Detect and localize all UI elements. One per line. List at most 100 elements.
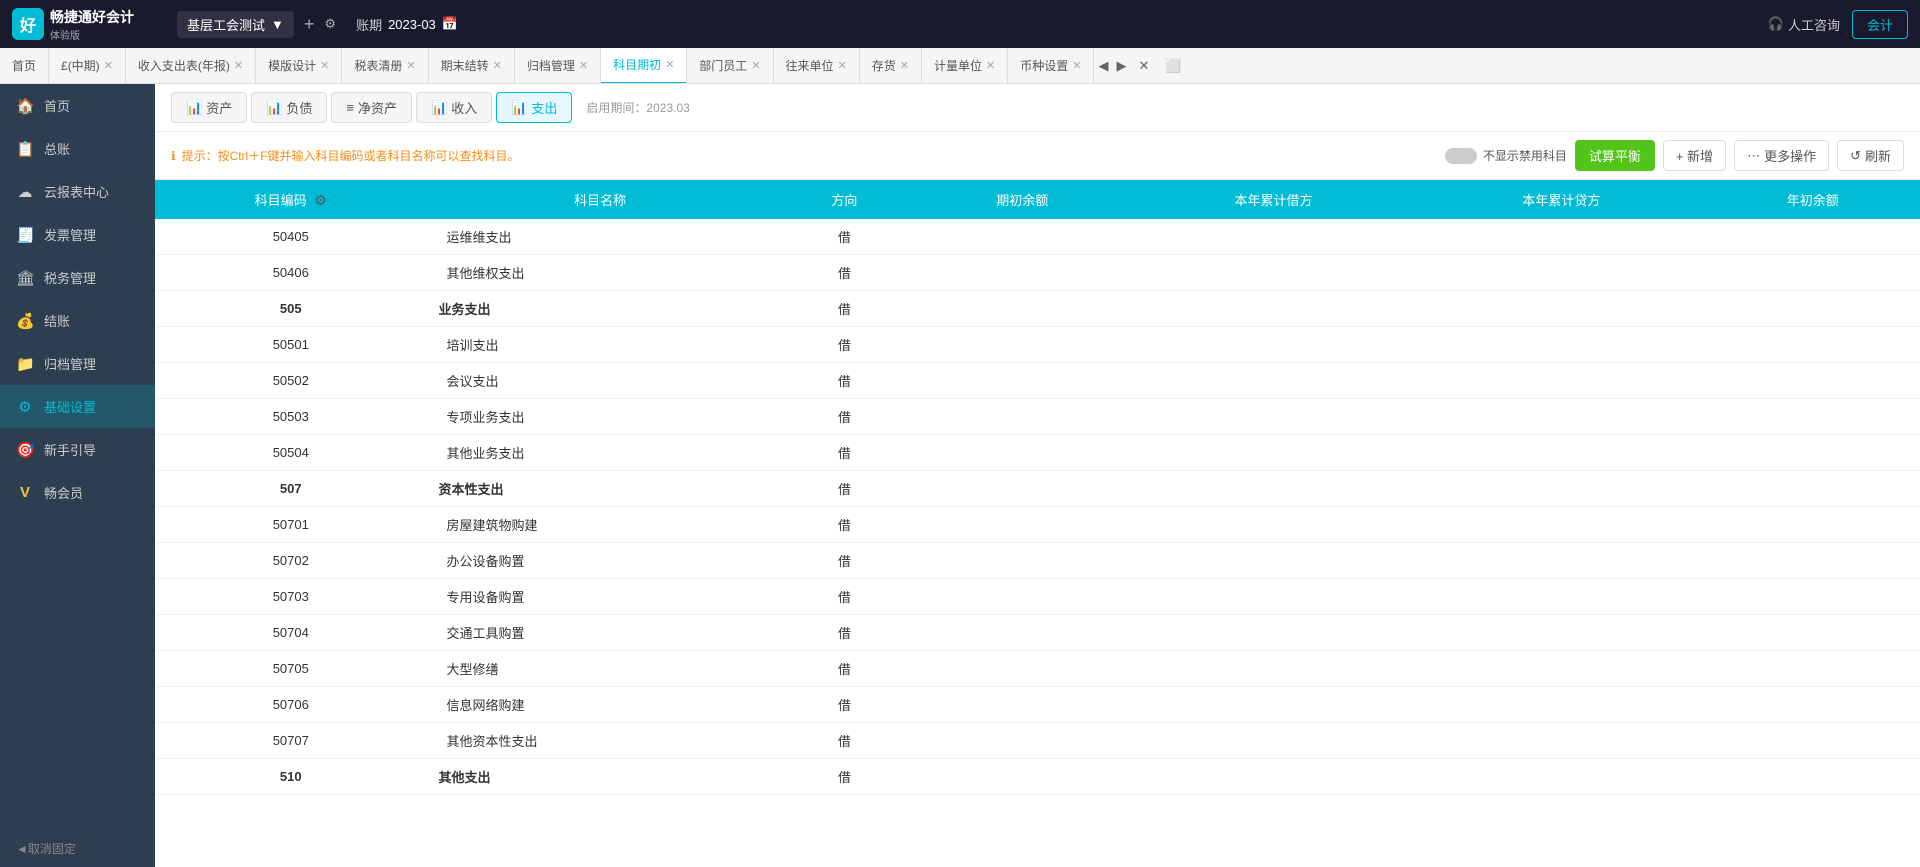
cell-year-open bbox=[1705, 471, 1920, 507]
account-button[interactable]: 会计 bbox=[1852, 10, 1908, 39]
tab-template-close[interactable]: ✕ bbox=[320, 59, 329, 72]
refresh-btn[interactable]: ↺ 刷新 bbox=[1837, 140, 1904, 171]
sidebar-item-invoice[interactable]: 🧾 发票管理 bbox=[0, 213, 155, 256]
cell-year-open bbox=[1705, 507, 1920, 543]
invoice-icon: 🧾 bbox=[16, 226, 34, 244]
table-row[interactable]: 50405运维维支出借 bbox=[155, 219, 1920, 255]
tab-contact[interactable]: 往来单位 ✕ bbox=[774, 48, 860, 84]
sidebar-item-cloud[interactable]: ☁ 云报表中心 bbox=[0, 170, 155, 213]
col-settings-icon[interactable]: ⚙ bbox=[314, 192, 327, 208]
cell-name: 资本性支出 bbox=[427, 471, 774, 507]
sub-tab-income[interactable]: 📊 收入 bbox=[416, 92, 492, 123]
tab-home[interactable]: 首页 bbox=[0, 48, 49, 84]
table-row[interactable]: 50705大型修缮借 bbox=[155, 651, 1920, 687]
table-row[interactable]: 50706信息网络购建借 bbox=[155, 687, 1920, 723]
cell-ytd-debit bbox=[1130, 759, 1418, 795]
tab-template-label: 模版设计 bbox=[268, 57, 316, 74]
sub-tab-liability[interactable]: 📊 负债 bbox=[251, 92, 327, 123]
sub-tab-expense[interactable]: 📊 支出 bbox=[496, 92, 572, 123]
tab-inventory[interactable]: 存货 ✕ bbox=[860, 48, 922, 84]
table-row[interactable]: 505业务支出借 bbox=[155, 291, 1920, 327]
cell-ytd-credit bbox=[1417, 759, 1705, 795]
tab-currency[interactable]: 币种设置 ✕ bbox=[1008, 48, 1094, 84]
tab-periodclose[interactable]: 期末结转 ✕ bbox=[429, 48, 515, 84]
tab-subject-init-close[interactable]: ✕ bbox=[665, 58, 674, 71]
cell-ytd-debit bbox=[1130, 615, 1418, 651]
table-header: 科目编码 ⚙ 科目名称 方向 期初余额 本年累计借方 bbox=[155, 180, 1920, 219]
tab-archive-close[interactable]: ✕ bbox=[579, 59, 588, 72]
table-row[interactable]: 50701房屋建筑物购建借 bbox=[155, 507, 1920, 543]
toggle-area: 不显示禁用科目 bbox=[1445, 147, 1567, 164]
table-row[interactable]: 50707其他资本性支出借 bbox=[155, 723, 1920, 759]
tab-annual-close[interactable]: ✕ bbox=[234, 59, 243, 72]
tab-measure[interactable]: 计量单位 ✕ bbox=[922, 48, 1008, 84]
toggle-disabled-subject[interactable] bbox=[1445, 148, 1477, 164]
tab-expand[interactable]: ⬜ bbox=[1157, 58, 1189, 74]
cell-ytd-debit bbox=[1130, 255, 1418, 291]
tab-template[interactable]: 模版设计 ✕ bbox=[256, 48, 342, 84]
sub-tab-equity[interactable]: ≡ 净资产 bbox=[331, 92, 412, 123]
cell-ytd-debit bbox=[1130, 471, 1418, 507]
table-container: 科目编码 ⚙ 科目名称 方向 期初余额 本年累计借方 bbox=[155, 180, 1920, 867]
settings-icon[interactable]: ⚙ bbox=[324, 16, 336, 32]
tab-next[interactable]: ▶ bbox=[1112, 58, 1130, 74]
tab-currency-close[interactable]: ✕ bbox=[1072, 59, 1081, 72]
cell-direction: 借 bbox=[774, 327, 915, 363]
cell-ytd-credit bbox=[1417, 615, 1705, 651]
tab-prev[interactable]: ◀ bbox=[1094, 58, 1112, 74]
tab-taxbook[interactable]: 税表清册 ✕ bbox=[342, 48, 428, 84]
sidebar-item-guide[interactable]: 🎯 新手引导 bbox=[0, 428, 155, 471]
cell-opening bbox=[915, 363, 1130, 399]
tab-taxbook-close[interactable]: ✕ bbox=[406, 59, 415, 72]
add-btn[interactable]: + 新增 bbox=[1663, 140, 1726, 171]
table-row[interactable]: 50703专用设备购置借 bbox=[155, 579, 1920, 615]
table-row[interactable]: 50502会议支出借 bbox=[155, 363, 1920, 399]
sidebar-item-archive[interactable]: 📁 归档管理 bbox=[0, 342, 155, 385]
table-row[interactable]: 507资本性支出借 bbox=[155, 471, 1920, 507]
company-selector[interactable]: 基层工会测试 ▼ bbox=[177, 11, 294, 38]
sub-tab-income-label: 收入 bbox=[451, 98, 477, 117]
tab-contact-close[interactable]: ✕ bbox=[838, 59, 847, 72]
tab-close-all[interactable]: ✕ bbox=[1130, 58, 1157, 74]
pin-label: ◄取消固定 bbox=[16, 840, 76, 857]
pin-sidebar-btn[interactable]: ◄取消固定 bbox=[0, 830, 155, 867]
add-icon[interactable]: + bbox=[304, 14, 315, 35]
tab-midterm-close[interactable]: ✕ bbox=[104, 59, 113, 72]
cell-code: 505 bbox=[155, 291, 427, 327]
tab-currency-label: 币种设置 bbox=[1020, 57, 1068, 74]
sidebar-item-settings[interactable]: ⚙ 基础设置 bbox=[0, 385, 155, 428]
tab-archive[interactable]: 归档管理 ✕ bbox=[515, 48, 601, 84]
sub-tab-asset[interactable]: 📊 资产 bbox=[171, 92, 247, 123]
cell-year-open bbox=[1705, 543, 1920, 579]
calendar-icon[interactable]: 📅 bbox=[442, 16, 458, 32]
sidebar-item-close[interactable]: 💰 结账 bbox=[0, 299, 155, 342]
sidebar-settings-label: 基础设置 bbox=[44, 397, 96, 416]
cell-year-open bbox=[1705, 759, 1920, 795]
tab-annual[interactable]: 收入支出表(年报) ✕ bbox=[126, 48, 256, 84]
tab-subject-init[interactable]: 科目期初 ✕ bbox=[601, 48, 687, 84]
tab-midterm[interactable]: £(中期) ✕ bbox=[49, 48, 126, 84]
cell-opening bbox=[915, 255, 1130, 291]
tab-measure-close[interactable]: ✕ bbox=[986, 59, 995, 72]
tab-dept-close[interactable]: ✕ bbox=[751, 59, 760, 72]
sidebar-item-home[interactable]: 🏠 首页 bbox=[0, 84, 155, 127]
cell-ytd-credit bbox=[1417, 543, 1705, 579]
table-row[interactable]: 510其他支出借 bbox=[155, 759, 1920, 795]
cell-code: 50502 bbox=[155, 363, 427, 399]
service-button[interactable]: 🎧 人工咨询 bbox=[1768, 15, 1840, 34]
table-row[interactable]: 50501培训支出借 bbox=[155, 327, 1920, 363]
sidebar-item-tax[interactable]: 🏛 税务管理 bbox=[0, 256, 155, 299]
balance-btn[interactable]: 试算平衡 bbox=[1575, 140, 1655, 171]
tab-inventory-close[interactable]: ✕ bbox=[900, 59, 909, 72]
table-row[interactable]: 50504其他业务支出借 bbox=[155, 435, 1920, 471]
more-btn[interactable]: ⋯ 更多操作 bbox=[1734, 140, 1829, 171]
table-row[interactable]: 50503专项业务支出借 bbox=[155, 399, 1920, 435]
table-row[interactable]: 50406其他维权支出借 bbox=[155, 255, 1920, 291]
sidebar-archive-label: 归档管理 bbox=[44, 354, 96, 373]
sidebar-item-vip[interactable]: V 畅会员 bbox=[0, 471, 155, 514]
tab-dept[interactable]: 部门员工 ✕ bbox=[687, 48, 773, 84]
tab-periodclose-close[interactable]: ✕ bbox=[493, 59, 502, 72]
sidebar-item-ledger[interactable]: 📋 总账 bbox=[0, 127, 155, 170]
table-row[interactable]: 50702办公设备购置借 bbox=[155, 543, 1920, 579]
table-row[interactable]: 50704交通工具购置借 bbox=[155, 615, 1920, 651]
